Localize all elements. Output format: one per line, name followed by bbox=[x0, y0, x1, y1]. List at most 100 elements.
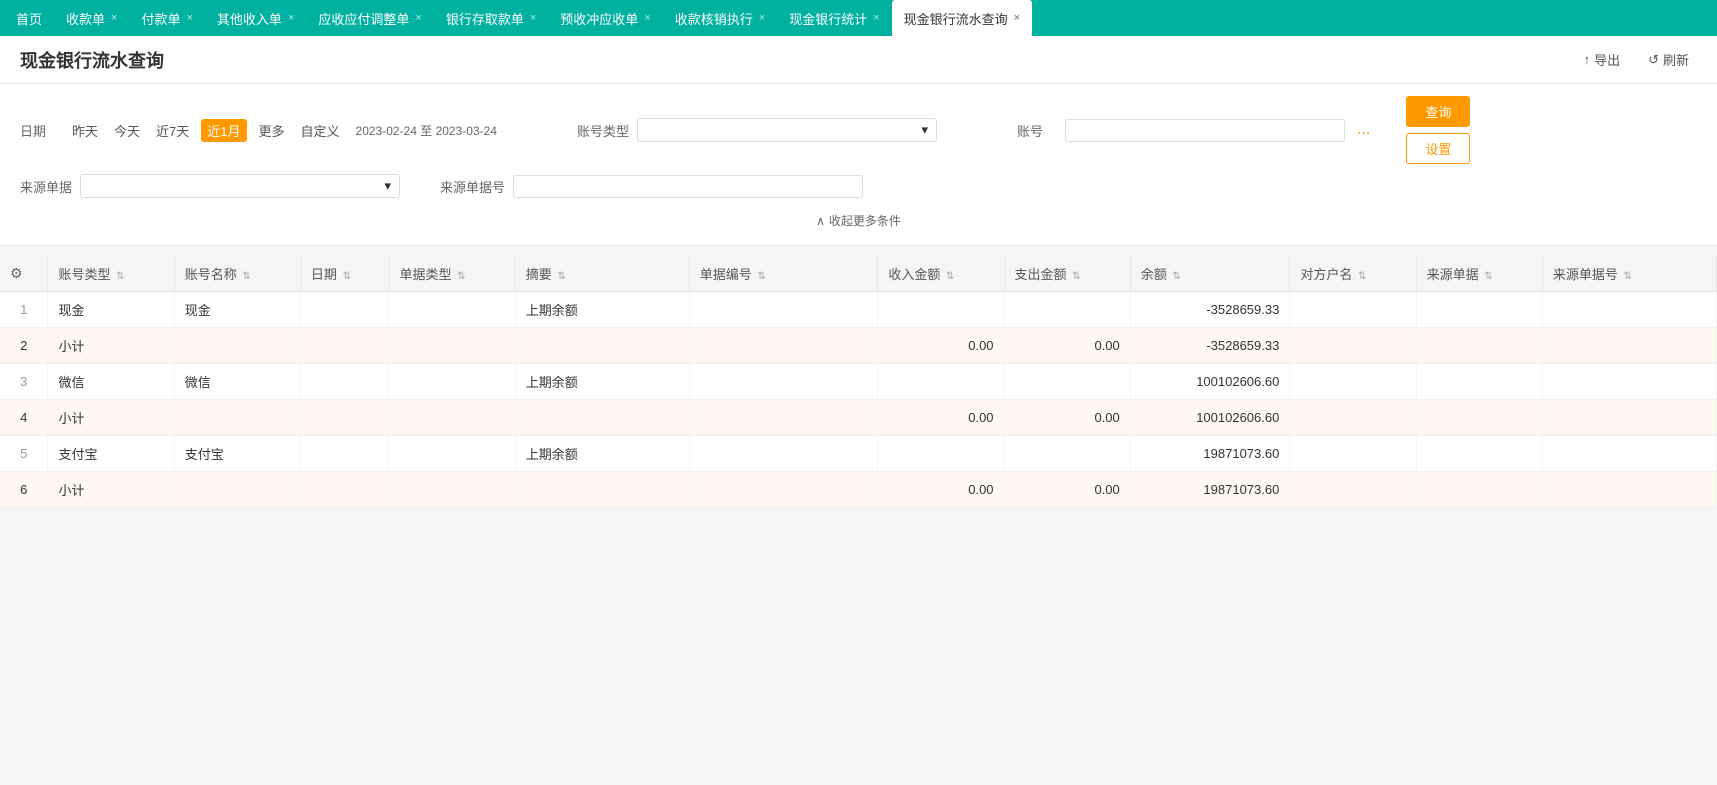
nav-tab-shoukuandan[interactable]: 收款单 × bbox=[54, 0, 129, 36]
cell-source-doc bbox=[1416, 400, 1542, 436]
row-number: 6 bbox=[0, 472, 48, 508]
cell-expense bbox=[1004, 364, 1130, 400]
cell-account-type: 微信 bbox=[48, 364, 174, 400]
cell-date bbox=[300, 364, 389, 400]
sort-icon: ⇅ bbox=[1072, 271, 1080, 282]
collapse-bar[interactable]: ∧ 收起更多条件 bbox=[20, 208, 1697, 233]
source-doc-no-label: 来源单据号 bbox=[440, 177, 505, 196]
cell-source-doc bbox=[1416, 292, 1542, 328]
close-icon[interactable]: × bbox=[873, 12, 879, 24]
cell-income: 0.00 bbox=[878, 400, 1004, 436]
source-doc-no-input[interactable] bbox=[513, 175, 863, 198]
nav-tab-qitashouru[interactable]: 其他收入单 × bbox=[205, 0, 306, 36]
cell-account-type: 现金 bbox=[48, 292, 174, 328]
sort-icon: ⇅ bbox=[946, 271, 954, 282]
shortcut-7days[interactable]: 近7天 bbox=[152, 119, 193, 142]
cell-source-doc-no bbox=[1542, 328, 1716, 364]
cell-account-name bbox=[174, 328, 300, 364]
th-doc-no[interactable]: 单据编号 ⇅ bbox=[689, 256, 878, 292]
table-row: 1现金现金上期余额-3528659.33 bbox=[0, 292, 1717, 328]
date-label: 日期 bbox=[20, 121, 60, 140]
sort-icon: ⇅ bbox=[757, 271, 765, 282]
settings-button[interactable]: 设置 bbox=[1406, 133, 1470, 164]
close-icon[interactable]: × bbox=[1014, 12, 1020, 24]
table-row: 5支付宝支付宝上期余额19871073.60 bbox=[0, 436, 1717, 472]
cell-source-doc-no bbox=[1542, 436, 1716, 472]
cell-account-name bbox=[174, 472, 300, 508]
shortcut-1month[interactable]: 近1月 bbox=[201, 119, 246, 142]
th-account-type[interactable]: 账号类型 ⇅ bbox=[48, 256, 174, 292]
cell-counterpart bbox=[1290, 436, 1416, 472]
refresh-button[interactable]: ↺ 刷新 bbox=[1640, 46, 1697, 73]
nav-tab-yushouchong[interactable]: 预收冲应收单 × bbox=[548, 0, 662, 36]
close-icon[interactable]: × bbox=[759, 12, 765, 24]
cell-income: 0.00 bbox=[878, 328, 1004, 364]
nav-tab-yingshoutiaozheng[interactable]: 应收应付调整单 × bbox=[306, 0, 433, 36]
data-table: ⚙ 账号类型 ⇅ 账号名称 ⇅ 日期 ⇅ 单据类型 ⇅ bbox=[0, 256, 1717, 508]
sort-icon: ⇅ bbox=[1484, 271, 1492, 282]
table-row: 3微信微信上期余额100102606.60 bbox=[0, 364, 1717, 400]
nav-tab-yinhangcunkuan[interactable]: 银行存取款单 × bbox=[434, 0, 548, 36]
cell-account-name: 支付宝 bbox=[174, 436, 300, 472]
cell-source-doc bbox=[1416, 436, 1542, 472]
row-number: 1 bbox=[0, 292, 48, 328]
cell-account-name: 现金 bbox=[174, 292, 300, 328]
nav-tab-liushui[interactable]: 现金银行流水查询 × bbox=[892, 0, 1032, 36]
table-row: 2小计0.000.00-3528659.33 bbox=[0, 328, 1717, 364]
shortcut-custom[interactable]: 自定义 bbox=[297, 119, 344, 142]
shortcut-yesterday[interactable]: 昨天 bbox=[68, 119, 102, 142]
cell-doc-no bbox=[689, 400, 878, 436]
th-source-doc-no[interactable]: 来源单据号 ⇅ bbox=[1542, 256, 1716, 292]
sort-icon: ⇅ bbox=[557, 271, 565, 282]
th-source-doc[interactable]: 来源单据 ⇅ bbox=[1416, 256, 1542, 292]
source-doc-no-filter: 来源单据号 bbox=[440, 175, 863, 198]
close-icon[interactable]: × bbox=[415, 12, 421, 24]
collapse-label: 收起更多条件 bbox=[829, 212, 901, 229]
th-counterpart[interactable]: 对方户名 ⇅ bbox=[1290, 256, 1416, 292]
cell-date bbox=[300, 400, 389, 436]
cell-doc-type bbox=[389, 292, 515, 328]
th-summary[interactable]: 摘要 ⇅ bbox=[515, 256, 689, 292]
cell-summary: 上期余额 bbox=[515, 364, 689, 400]
shortcut-today[interactable]: 今天 bbox=[110, 119, 144, 142]
close-icon[interactable]: × bbox=[644, 12, 650, 24]
th-account-name[interactable]: 账号名称 ⇅ bbox=[174, 256, 300, 292]
close-icon[interactable]: × bbox=[288, 12, 294, 24]
cell-balance: -3528659.33 bbox=[1130, 328, 1290, 364]
sort-icon: ⇅ bbox=[457, 271, 465, 282]
th-expense[interactable]: 支出金额 ⇅ bbox=[1004, 256, 1130, 292]
row-number: 3 bbox=[0, 364, 48, 400]
query-button[interactable]: 查询 bbox=[1406, 96, 1470, 127]
cell-account-type: 小计 bbox=[48, 400, 174, 436]
cell-counterpart bbox=[1290, 292, 1416, 328]
th-gear[interactable]: ⚙ bbox=[0, 256, 48, 292]
row-number: 5 bbox=[0, 436, 48, 472]
nav-home[interactable]: 首页 bbox=[4, 0, 54, 36]
cell-doc-type bbox=[389, 436, 515, 472]
source-doc-select[interactable]: ▾ bbox=[80, 174, 400, 198]
nav-tab-fukuandan[interactable]: 付款单 × bbox=[129, 0, 204, 36]
date-shortcuts: 昨天 今天 近7天 近1月 更多 自定义 2023-02-24 至 2023-0… bbox=[68, 119, 497, 142]
th-income[interactable]: 收入金额 ⇅ bbox=[878, 256, 1004, 292]
table-row: 4小计0.000.00100102606.60 bbox=[0, 400, 1717, 436]
close-icon[interactable]: × bbox=[530, 12, 536, 24]
cell-expense bbox=[1004, 292, 1130, 328]
chevron-down-icon: ▾ bbox=[384, 178, 391, 194]
th-doc-type[interactable]: 单据类型 ⇅ bbox=[389, 256, 515, 292]
th-balance[interactable]: 余额 ⇅ bbox=[1130, 256, 1290, 292]
cell-doc-type bbox=[389, 400, 515, 436]
cell-account-name: 微信 bbox=[174, 364, 300, 400]
cell-account-type: 小计 bbox=[48, 328, 174, 364]
account-input[interactable] bbox=[1065, 119, 1345, 142]
cell-account-type: 小计 bbox=[48, 472, 174, 508]
close-icon[interactable]: × bbox=[111, 12, 117, 24]
nav-tab-xianjintongji[interactable]: 现金银行统计 × bbox=[777, 0, 891, 36]
close-icon[interactable]: × bbox=[186, 12, 192, 24]
sort-icon: ⇅ bbox=[242, 271, 250, 282]
account-type-select[interactable]: ▾ bbox=[637, 118, 937, 142]
shortcut-more[interactable]: 更多 bbox=[255, 119, 289, 142]
nav-tab-shoukuanhexiao[interactable]: 收款核销执行 × bbox=[663, 0, 777, 36]
th-date[interactable]: 日期 ⇅ bbox=[300, 256, 389, 292]
export-button[interactable]: ↑ 导出 bbox=[1576, 46, 1629, 73]
account-dots[interactable]: ... bbox=[1353, 121, 1374, 139]
